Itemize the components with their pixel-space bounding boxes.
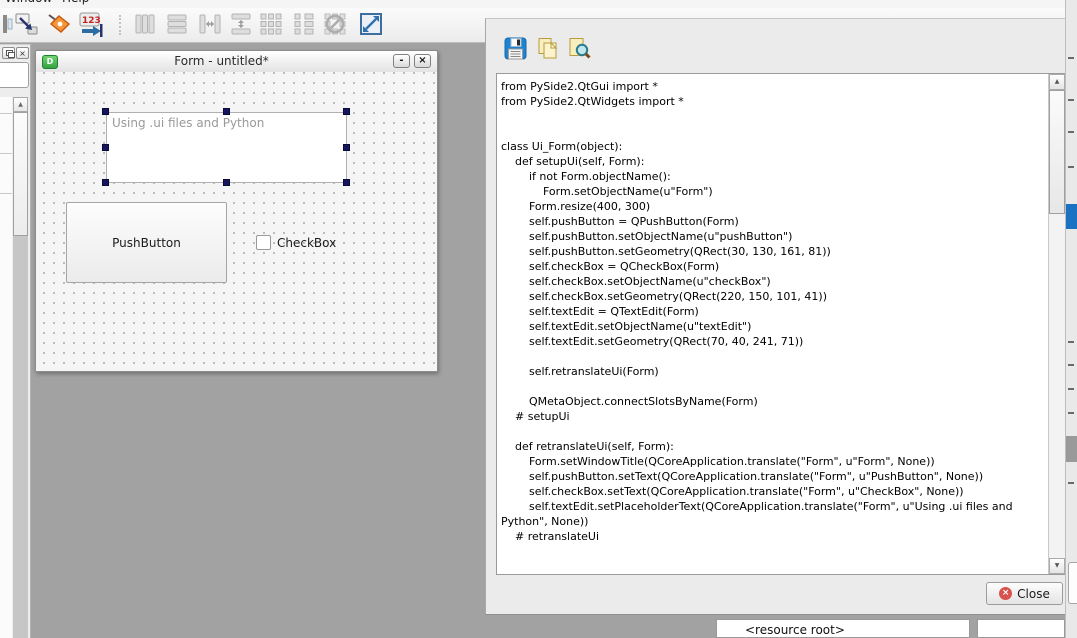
dock-close-button[interactable]: × <box>16 47 29 59</box>
textedit-widget[interactable]: Using .ui files and Python <box>106 112 347 183</box>
checkbox-label: CheckBox <box>277 236 336 250</box>
clipped-text-mark <box>1068 388 1074 390</box>
edit-buddies-icon[interactable] <box>46 11 72 37</box>
pushbutton-label: PushButton <box>112 236 181 250</box>
clipped-selected-row <box>1066 204 1077 229</box>
form-close-button[interactable]: × <box>414 54 431 68</box>
clipped-section-header <box>1066 436 1077 462</box>
resource-root-item[interactable]: <resource root> <box>745 623 845 637</box>
clipped-text-mark <box>1068 412 1074 414</box>
code-scrollbar-thumb[interactable] <box>1049 90 1065 214</box>
resource-browser[interactable]: <resource root> <box>716 619 970 638</box>
dock-float-button[interactable] <box>2 47 15 59</box>
edit-widgets-icon[interactable] <box>0 11 13 37</box>
layout-horizontally-icon <box>132 11 158 37</box>
adjust-size-icon[interactable] <box>358 11 384 37</box>
dock-scrollbar-thumb[interactable] <box>13 112 28 236</box>
code-scrollbar[interactable]: ▲ ▼ <box>1048 74 1065 574</box>
selection-handle-top-left[interactable] <box>102 108 109 115</box>
edit-tab-order-icon[interactable]: 123 <box>78 11 104 37</box>
textedit-placeholder: Using .ui files and Python <box>112 116 264 130</box>
clipped-text-mark <box>1068 482 1074 484</box>
designer-doc-icon: D <box>42 55 58 69</box>
dock-scrollbar[interactable]: ▲ <box>13 97 28 638</box>
copy-icon[interactable] <box>536 37 560 61</box>
widget-list[interactable] <box>0 97 12 638</box>
form-window-titlebar[interactable]: D Form - untitled* - × <box>36 51 437 73</box>
menu-help[interactable]: Help <box>62 0 89 5</box>
layout-form-icon <box>291 11 317 37</box>
layout-vertically-icon <box>164 11 190 37</box>
find-icon[interactable] <box>568 37 592 61</box>
designer-form-window[interactable]: D Form - untitled* - × Using .ui files a… <box>35 50 438 372</box>
selection-handle-bottom-right[interactable] <box>343 179 350 186</box>
code-view[interactable]: from PySide2.QtGui import * from PySide2… <box>496 73 1066 575</box>
save-icon[interactable] <box>504 37 528 61</box>
list-separator <box>0 113 12 114</box>
checkbox-indicator[interactable] <box>256 235 271 250</box>
break-layout-icon <box>322 11 348 37</box>
selection-handle-bottom-center[interactable] <box>223 179 230 186</box>
selection-handle-top-center[interactable] <box>223 108 230 115</box>
scroll-up-icon[interactable]: ▲ <box>13 97 28 112</box>
close-icon: × <box>19 49 26 58</box>
clipped-text-mark <box>1068 341 1074 343</box>
list-separator <box>0 153 12 154</box>
toolbar-separator <box>119 15 124 35</box>
list-separator <box>0 193 12 194</box>
qt-designer-screen: Window Help 123 <box>0 0 1077 638</box>
menu-window[interactable]: Window <box>5 0 52 5</box>
selection-handle-bottom-left[interactable] <box>102 179 109 186</box>
close-button[interactable]: × Close <box>986 582 1063 605</box>
clipped-right-panel <box>1065 0 1077 638</box>
checkbox-widget[interactable]: CheckBox <box>256 222 357 263</box>
clipped-text-mark <box>1068 166 1074 168</box>
form-canvas[interactable]: Using .ui files and Python PushButton Ch… <box>36 72 437 371</box>
svg-text:123: 123 <box>82 16 101 26</box>
scroll-up-icon[interactable]: ▲ <box>1049 74 1065 90</box>
layout-horizontally-splitter-icon <box>197 11 223 37</box>
form-window-title: Form - untitled* <box>66 54 377 68</box>
pushbutton-widget[interactable]: PushButton <box>66 202 227 283</box>
close-button-label: Close <box>1017 587 1050 601</box>
selection-handle-mid-left[interactable] <box>102 144 109 151</box>
clipped-text-mark <box>1068 364 1074 366</box>
selection-handle-top-right[interactable] <box>343 108 350 115</box>
clipped-text-mark <box>1068 57 1074 59</box>
clipped-button <box>1068 562 1077 604</box>
layout-vertically-splitter-icon <box>228 11 254 37</box>
code-preview-dialog: from PySide2.QtGui import * from PySide2… <box>485 18 1065 615</box>
scroll-down-icon[interactable]: ▼ <box>1049 558 1065 574</box>
generated-code-text[interactable]: from PySide2.QtGui import * from PySide2… <box>497 74 1048 574</box>
widget-filter-input[interactable] <box>0 62 29 88</box>
restore-icon-back <box>8 52 15 58</box>
menubar: Window Help <box>0 0 1077 8</box>
form-minimize-button[interactable]: - <box>393 54 410 68</box>
close-circle-icon: × <box>999 587 1012 600</box>
resource-browser-side-pane[interactable] <box>977 619 1065 638</box>
edit-signals-slots-icon[interactable] <box>14 11 40 37</box>
clipped-text-mark <box>1068 131 1074 133</box>
widget-box-dock: × ▲ <box>0 44 31 638</box>
layout-grid-icon <box>258 11 284 37</box>
clipped-text-mark <box>1068 99 1074 101</box>
selection-handle-mid-right[interactable] <box>343 144 350 151</box>
